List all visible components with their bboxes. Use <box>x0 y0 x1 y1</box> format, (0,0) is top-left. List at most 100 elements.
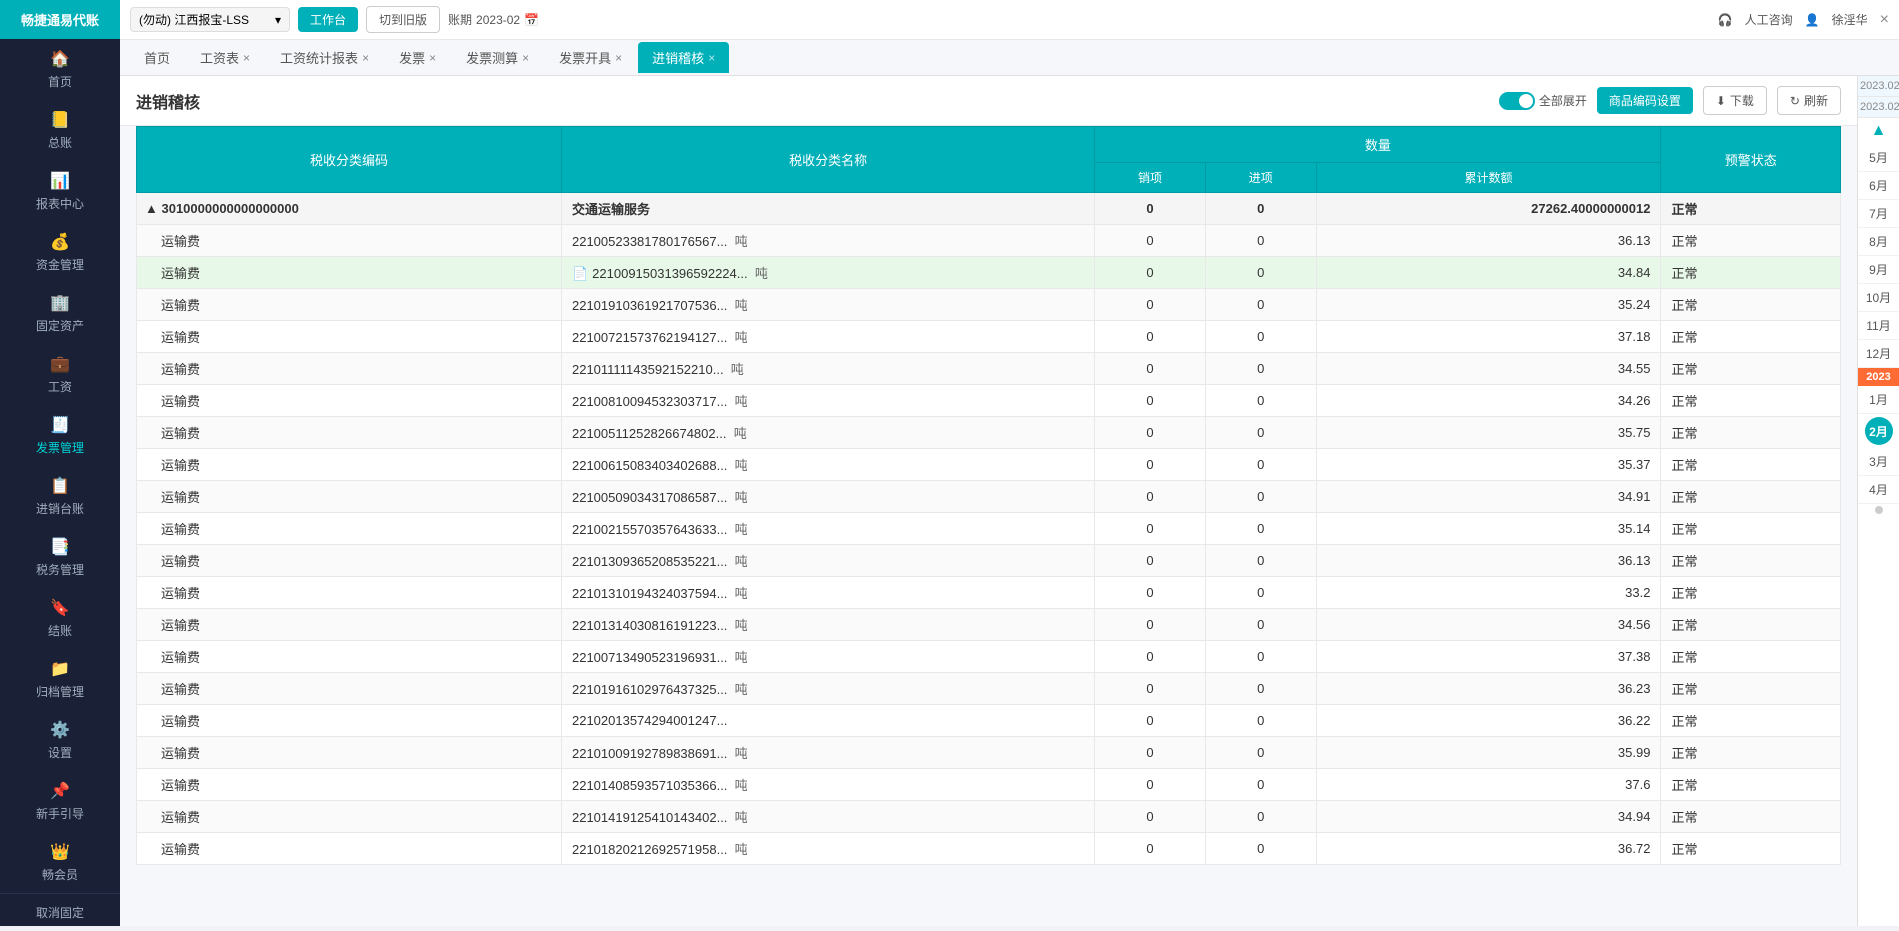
table-row-cumulative: 35.99 <box>1316 737 1661 769</box>
tab-invoice-open-close[interactable]: × <box>615 51 622 65</box>
table-row-invoice: 22100509034317086587... 吨 <box>561 481 1094 513</box>
table-row-label: 运输费 <box>137 641 562 673</box>
sidebar-item-invoice-mgmt[interactable]: 🧾 发票管理 <box>0 405 120 466</box>
tabbar: 首页 工资表 × 工资统计报表 × 发票 × 发票测算 × 发票开具 × 进销稽… <box>120 40 1899 76</box>
table-row-invoice: 22101916102976437325... 吨 <box>561 673 1094 705</box>
support-label[interactable]: 人工咨询 <box>1745 11 1793 28</box>
tab-invoice[interactable]: 发票 × <box>385 42 450 73</box>
cal-month-2[interactable]: 2月 <box>1865 417 1893 445</box>
cal-month-4[interactable]: 4月 <box>1858 476 1899 504</box>
toggle-track[interactable] <box>1499 92 1535 110</box>
cal-arrow-up[interactable]: ▲ <box>1867 118 1891 144</box>
table-row-invoice: 22101419125410143402... 吨 <box>561 801 1094 833</box>
sidebar-item-label: 总账 <box>48 134 72 151</box>
table-row-cumulative: 34.94 <box>1316 801 1661 833</box>
table-row-status: 正常 <box>1661 737 1841 769</box>
switch-version-button[interactable]: 切到旧版 <box>366 6 440 33</box>
tab-reconcile[interactable]: 进销稽核 × <box>638 42 729 73</box>
sidebar-item-settings[interactable]: ⚙️ 设置 <box>0 710 120 771</box>
cal-month-8[interactable]: 8月 <box>1858 228 1899 256</box>
sidebar-item-guide[interactable]: 📌 新手引导 <box>0 771 120 832</box>
table-row-sales: 0 <box>1095 705 1206 737</box>
table-row-sales: 0 <box>1095 545 1206 577</box>
sidebar-item-home[interactable]: 🏠 首页 <box>0 39 120 100</box>
sidebar-item-payroll[interactable]: 💼 工资 <box>0 344 120 405</box>
table-row-cumulative: 37.6 <box>1316 769 1661 801</box>
sidebar-item-assets[interactable]: 🏢 固定资产 <box>0 283 120 344</box>
table-row-status: 正常 <box>1661 257 1841 289</box>
table-row-status: 正常 <box>1661 513 1841 545</box>
tab-invoice-calc-close[interactable]: × <box>522 51 529 65</box>
table-row-label: 运输费 <box>137 481 562 513</box>
table-row-invoice: 22101408593571035366... 吨 <box>561 769 1094 801</box>
tab-home[interactable]: 首页 <box>130 42 184 73</box>
table-row-sales: 0 <box>1095 353 1206 385</box>
sidebar-item-tax[interactable]: 📑 税务管理 <box>0 527 120 588</box>
cal-month-6[interactable]: 6月 <box>1858 172 1899 200</box>
table-row-purchase: 0 <box>1205 673 1316 705</box>
tab-payroll[interactable]: 工资表 × <box>186 42 264 73</box>
tab-reconcile-close[interactable]: × <box>708 51 715 65</box>
close-button[interactable]: × <box>1880 11 1889 29</box>
table-row-status: 正常 <box>1661 289 1841 321</box>
sidebar-item-purchase-sales[interactable]: 📋 进销台账 <box>0 466 120 527</box>
user-name[interactable]: 徐淫华 <box>1832 11 1868 28</box>
member-icon: 👑 <box>50 842 70 862</box>
table-row-purchase: 0 <box>1205 641 1316 673</box>
table-row-invoice: 22102013574294001247... <box>561 705 1094 737</box>
cal-year-top: 2023.02 <box>1858 76 1899 97</box>
sidebar-item-settle[interactable]: 🔖 结账 <box>0 588 120 649</box>
table-row-purchase: 0 <box>1205 481 1316 513</box>
table-row-sales: 0 <box>1095 481 1206 513</box>
cal-month-5[interactable]: 5月 <box>1858 144 1899 172</box>
expand-all-toggle[interactable]: 全部展开 <box>1499 92 1587 110</box>
cal-year-2023: 2023 <box>1858 368 1899 386</box>
tab-payroll-stats-close[interactable]: × <box>362 51 369 65</box>
company-selector[interactable]: (勿动) 江西报宝-LSS ▾ <box>130 7 290 32</box>
download-button[interactable]: ⬇ 下载 <box>1703 86 1767 115</box>
table-row-status: 正常 <box>1661 353 1841 385</box>
table-row-cumulative: 37.38 <box>1316 641 1661 673</box>
cal-month-9[interactable]: 9月 <box>1858 256 1899 284</box>
workbench-button[interactable]: 工作台 <box>298 7 358 32</box>
th-purchase: 进项 <box>1205 163 1316 193</box>
content-area: 进销稽核 全部展开 商品编码设置 ⬇ 下载 ↻ 刷 <box>120 76 1899 926</box>
refresh-button[interactable]: ↻ 刷新 <box>1777 86 1841 115</box>
tab-invoice-open[interactable]: 发票开具 × <box>545 42 636 73</box>
unpin-button[interactable]: 取消固定 <box>0 893 120 931</box>
tab-payroll-close[interactable]: × <box>243 51 250 65</box>
ledger-icon: 📒 <box>50 110 70 130</box>
table-wrapper: 税收分类编码 税收分类名称 数量 预警状态 销项 进项 累计数额 ▲ 301 <box>120 126 1857 926</box>
sidebar-item-label: 工资 <box>48 378 72 395</box>
table-row-status: 正常 <box>1661 545 1841 577</box>
th-quantity: 数量 <box>1095 127 1661 163</box>
table-row-invoice: 22101820212692571958... 吨 <box>561 833 1094 865</box>
table-row-sales: 0 <box>1095 321 1206 353</box>
archive-icon: 📁 <box>50 659 70 679</box>
main-area: (勿动) 江西报宝-LSS ▾ 工作台 切到旧版 账期 2023-02 📅 🎧 … <box>120 0 1899 926</box>
cal-month-1[interactable]: 1月 <box>1858 386 1899 414</box>
company-name: (勿动) 江西报宝-LSS <box>139 11 249 28</box>
sidebar-item-reports[interactable]: 📊 报表中心 <box>0 161 120 222</box>
cal-month-10[interactable]: 10月 <box>1858 284 1899 312</box>
table-row-invoice: 22100615083403402688... 吨 <box>561 449 1094 481</box>
sidebar-item-member[interactable]: 👑 畅会员 <box>0 832 120 893</box>
table-row-status: 正常 <box>1661 225 1841 257</box>
calendar-icon[interactable]: 📅 <box>524 13 539 27</box>
tab-payroll-stats[interactable]: 工资统计报表 × <box>266 42 383 73</box>
download-label: 下载 <box>1730 92 1754 109</box>
sidebar-item-capital[interactable]: 💰 资金管理 <box>0 222 120 283</box>
cal-month-7[interactable]: 7月 <box>1858 200 1899 228</box>
sidebar-item-archive[interactable]: 📁 归档管理 <box>0 649 120 710</box>
sidebar-item-ledger[interactable]: 📒 总账 <box>0 100 120 161</box>
goods-code-settings-button[interactable]: 商品编码设置 <box>1597 87 1693 114</box>
cal-month-12[interactable]: 12月 <box>1858 340 1899 368</box>
tab-invoice-calc[interactable]: 发票测算 × <box>452 42 543 73</box>
table-row-invoice: 22100810094532303717... 吨 <box>561 385 1094 417</box>
table-row-status: 正常 <box>1661 833 1841 865</box>
table-row-status: 正常 <box>1661 609 1841 641</box>
sidebar-item-label: 报表中心 <box>36 195 84 212</box>
cal-month-3[interactable]: 3月 <box>1858 448 1899 476</box>
tab-invoice-close[interactable]: × <box>429 51 436 65</box>
cal-month-11[interactable]: 11月 <box>1858 312 1899 340</box>
